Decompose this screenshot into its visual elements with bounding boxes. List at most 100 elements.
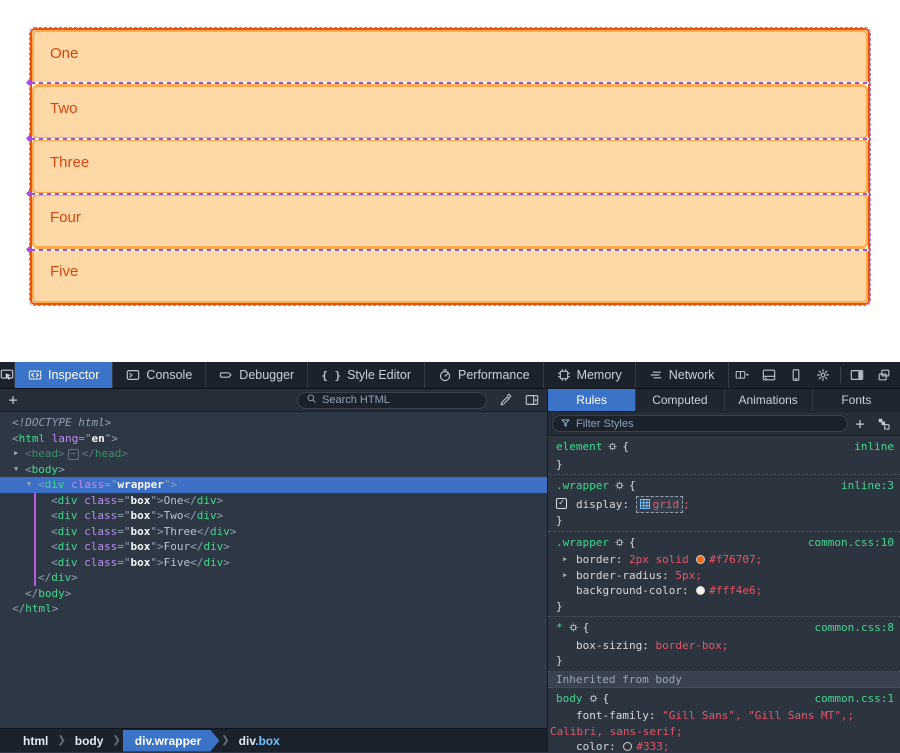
tab-memory[interactable]: Memory — [544, 362, 636, 388]
rule-selector[interactable]: .wrapper — [556, 479, 609, 492]
expand-arrow-icon[interactable]: ▼ — [14, 462, 18, 478]
css-value[interactable]: border-box — [655, 639, 721, 652]
markup-line[interactable]: <div class="box">Three</div> — [0, 524, 547, 540]
markup-line[interactable]: </html> — [0, 601, 547, 617]
tab-console[interactable]: Console — [113, 362, 206, 388]
css-declaration[interactable]: ▶border: 2px solid #f76707; — [548, 552, 900, 568]
close-brace: } — [548, 599, 900, 615]
three-pane-toggle-icon[interactable] — [519, 393, 545, 407]
sidebar-tab-rules[interactable]: Rules — [548, 389, 636, 411]
sidebar-tab-fonts[interactable]: Fonts — [813, 389, 900, 411]
filter-styles-input[interactable]: Filter Styles — [552, 415, 848, 432]
tab-performance[interactable]: Performance — [425, 362, 544, 388]
color-swatch[interactable] — [696, 555, 705, 564]
add-rule-icon[interactable]: + — [848, 415, 872, 433]
color-swatch[interactable] — [623, 742, 632, 751]
tab-network[interactable]: Network — [636, 362, 729, 388]
code-segment: > — [58, 463, 65, 476]
inspector-icon — [28, 368, 42, 382]
css-declaration[interactable]: color: #333; — [548, 739, 900, 752]
responsive-design-icon[interactable] — [783, 362, 810, 388]
css-declaration[interactable]: ✓display: grid; — [548, 496, 900, 514]
markup-line[interactable]: <!DOCTYPE html> — [0, 415, 547, 431]
css-value[interactable]: "Gill Sans", "Gill Sans MT", — [662, 709, 847, 722]
markup-line-selected[interactable]: ▼<div class="wrapper"> — [0, 477, 547, 493]
color-swatch[interactable] — [696, 586, 705, 595]
css-property-name[interactable]: box-sizing: — [576, 639, 655, 652]
code-segment: div — [58, 509, 78, 522]
eyedropper-icon[interactable] — [493, 393, 519, 407]
markup-line[interactable]: <div class="box">Two</div> — [0, 508, 547, 524]
css-property-name[interactable]: font-family: — [576, 709, 662, 722]
code-segment: box — [131, 556, 151, 569]
breadcrumb-item-div-wrapper[interactable]: div.wrapper — [123, 730, 219, 752]
stylesheet-link[interactable]: inline — [854, 439, 894, 455]
code-segment: </ — [82, 447, 95, 460]
markup-line[interactable]: ▶<head>⋯</head> — [0, 446, 547, 462]
expand-shorthand-icon[interactable]: ▶ — [563, 552, 567, 568]
stylesheet-link[interactable]: common.css:8 — [815, 620, 894, 636]
breadcrumb-item-body[interactable]: body — [66, 734, 113, 748]
css-declaration[interactable]: box-sizing: border-box; — [548, 638, 900, 654]
code-segment: < — [51, 556, 58, 569]
css-rule: .wrapper{inline:3✓display: grid;} — [548, 475, 900, 532]
add-node-button[interactable]: + — [0, 390, 26, 411]
rule-selector[interactable]: * — [556, 621, 563, 634]
collapsed-content-badge[interactable]: ⋯ — [68, 449, 79, 460]
breadcrumb-item-html[interactable]: html — [14, 734, 57, 748]
expand-shorthand-icon[interactable]: ▶ — [563, 568, 567, 584]
markup-line[interactable]: <html lang="en"> — [0, 431, 547, 447]
html-tree: <!DOCTYPE html><html lang="en">▶<head>⋯<… — [0, 412, 547, 728]
markup-line[interactable]: ▼<body> — [0, 462, 547, 478]
markup-line[interactable]: </div> — [0, 570, 547, 586]
grid-highlight-toggle[interactable]: grid — [636, 496, 684, 514]
css-value[interactable]: #fff4e6 — [709, 584, 755, 597]
css-value[interactable]: 5px — [675, 569, 695, 582]
css-value[interactable]: #333 — [636, 740, 663, 752]
stylesheet-link[interactable]: common.css:10 — [808, 535, 894, 551]
close-brace: } — [548, 513, 900, 529]
css-declaration[interactable]: ▶border-radius: 5px; — [548, 568, 900, 584]
css-property-name[interactable]: color: — [576, 740, 622, 752]
toggle-pseudo-classes-icon[interactable] — [872, 417, 896, 431]
css-property-name[interactable]: background-color: — [576, 584, 695, 597]
css-declaration[interactable]: background-color: #fff4e6; — [548, 583, 900, 599]
settings-gear-icon[interactable] — [810, 362, 837, 388]
markup-line[interactable]: <div class="box">Five</div> — [0, 555, 547, 571]
rule-selector[interactable]: body — [556, 692, 583, 705]
code-segment: body — [32, 463, 59, 476]
expand-arrow-icon[interactable]: ▼ — [27, 477, 31, 493]
split-view-icon[interactable] — [729, 362, 756, 388]
markup-line[interactable]: <div class="box">Four</div> — [0, 539, 547, 555]
separate-window-icon[interactable] — [871, 362, 898, 388]
element-picker-icon[interactable] — [0, 362, 15, 388]
markup-line[interactable]: </body> — [0, 586, 547, 602]
split-console-icon[interactable] — [756, 362, 783, 388]
rule-selector[interactable]: element — [556, 440, 602, 453]
memory-icon — [557, 368, 571, 382]
css-value-wrapped[interactable]: Calibri, sans-serif; — [548, 724, 900, 740]
expand-arrow-icon[interactable]: ▶ — [14, 446, 18, 462]
stylesheet-link[interactable]: common.css:1 — [815, 691, 894, 707]
search-html-input[interactable]: Search HTML — [297, 392, 487, 409]
css-property-name[interactable]: border: — [576, 553, 629, 566]
rule-selector[interactable]: .wrapper — [556, 536, 609, 549]
css-property-name[interactable]: display: — [576, 498, 636, 511]
tab-debugger[interactable]: Debugger — [206, 362, 308, 388]
css-property-name[interactable]: border-radius: — [576, 569, 675, 582]
declaration-checkbox[interactable]: ✓ — [556, 498, 567, 509]
sidebar-tab-computed[interactable]: Computed — [636, 389, 724, 411]
tab-style-editor[interactable]: { }Style Editor — [308, 362, 425, 388]
css-value[interactable]: #f76707 — [709, 553, 755, 566]
stylesheet-link[interactable]: inline:3 — [841, 478, 894, 494]
breadcrumb-item-div[interactable]: div.box — [230, 734, 289, 748]
markup-line[interactable]: <div class="box">One</div> — [0, 493, 547, 509]
css-value[interactable]: grid — [653, 498, 680, 511]
css-value[interactable]: 2px solid — [629, 553, 695, 566]
tab-inspector[interactable]: Inspector — [15, 362, 113, 388]
sidebar-tab-animations[interactable]: Animations — [725, 389, 813, 411]
dock-side-icon[interactable] — [844, 362, 871, 388]
css-declaration[interactable]: font-family: "Gill Sans", "Gill Sans MT"… — [548, 708, 900, 724]
devtools-toolbar: InspectorConsoleDebugger{ }Style EditorP… — [0, 362, 900, 389]
code-segment: =" — [117, 525, 130, 538]
